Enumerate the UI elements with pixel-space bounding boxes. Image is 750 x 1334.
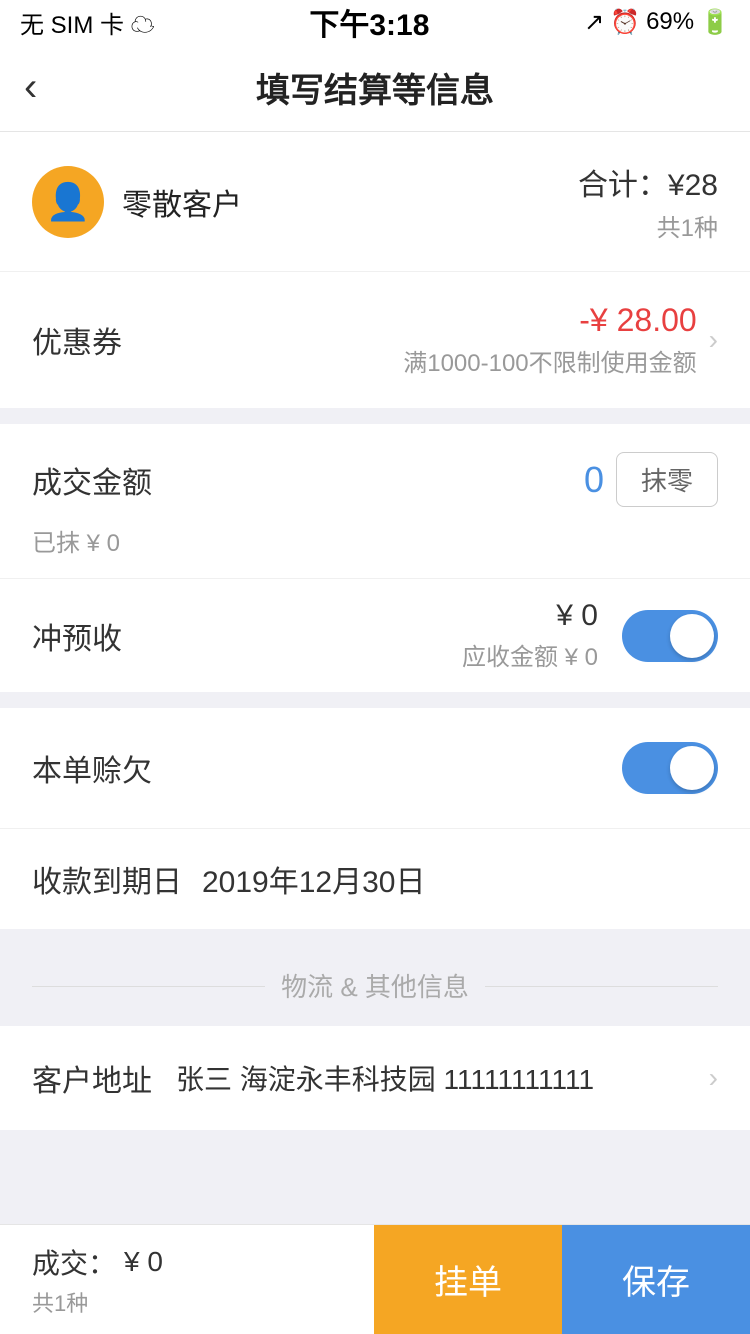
customer-section: 👤 零散客户 合计：¥28 共1种 优惠券 -¥ 28.00 满1000-100… (0, 132, 750, 408)
avatar: 👤 (32, 166, 104, 238)
logistics-header: 物流 & 其他信息 (0, 945, 750, 1026)
address-label: 客户地址 (32, 1056, 152, 1100)
advance-sub: 应收金额 ¥ 0 (462, 637, 598, 672)
footer-trade-row: 成交： ¥ 0 (32, 1242, 342, 1282)
trade-amount-value: 0 (584, 459, 604, 501)
coupon-row[interactable]: 优惠券 -¥ 28.00 满1000-100不限制使用金额 › (0, 271, 750, 408)
footer-count: 共1种 (32, 1286, 342, 1318)
customer-total: 合计：¥28 共1种 (578, 160, 718, 243)
advance-right: ¥ 0 应收金额 ¥ 0 (462, 599, 598, 672)
trade-amount-label: 成交金额 (32, 458, 152, 502)
total-count: 共1种 (578, 208, 718, 243)
trade-amount-right: 0 抹零 (584, 452, 718, 507)
back-button[interactable]: ‹ (24, 65, 37, 110)
coupon-value: -¥ 28.00 (403, 302, 696, 339)
due-date-value: 2019年12月30日 (202, 857, 425, 901)
trade-amount-sub: 已抹 ¥ 0 (0, 523, 750, 578)
save-button[interactable]: 保存 (562, 1225, 750, 1334)
trade-amount-row: 成交金额 0 抹零 (0, 424, 750, 523)
battery-icon: 🔋 (700, 8, 730, 37)
debt-row: 本单赊欠 (0, 708, 750, 828)
footer: 成交： ¥ 0 共1种 挂单 保存 (0, 1224, 750, 1334)
round-zero-button[interactable]: 抹零 (616, 452, 718, 507)
status-left: 无 SIM 卡 ☁ (20, 5, 155, 40)
advance-toggle-knob (670, 614, 714, 658)
coupon-label: 优惠券 (32, 318, 122, 362)
advance-toggle[interactable] (622, 610, 718, 662)
avatar-icon: 👤 (46, 181, 91, 223)
address-row[interactable]: 客户地址 张三 海淀永丰科技园 11111111111 › (0, 1026, 750, 1130)
customer-name: 零散客户 (122, 180, 242, 224)
advance-row: 冲预收 ¥ 0 应收金额 ¥ 0 (0, 578, 750, 692)
address-value: 张三 海淀永丰科技园 11111111111 (176, 1058, 709, 1098)
trade-amount-section: 成交金额 0 抹零 已抹 ¥ 0 冲预收 ¥ 0 应收金额 ¥ 0 (0, 424, 750, 692)
hold-button[interactable]: 挂单 (374, 1225, 562, 1334)
footer-info: 成交： ¥ 0 共1种 (0, 1225, 374, 1334)
debt-label: 本单赊欠 (32, 746, 152, 790)
coupon-value-block: -¥ 28.00 满1000-100不限制使用金额 (403, 302, 696, 378)
address-section: 客户地址 张三 海淀永丰科技园 11111111111 › (0, 1026, 750, 1130)
alarm-icon: ⏰ (610, 8, 640, 37)
debt-section: 本单赊欠 收款到期日 2019年12月30日 (0, 708, 750, 929)
address-chevron-icon: › (709, 1062, 718, 1094)
advance-label: 冲预收 (32, 614, 122, 658)
nav-bar: ‹ 填写结算等信息 (0, 44, 750, 132)
location-icon: ↗ (584, 8, 604, 37)
main-content: 👤 零散客户 合计：¥28 共1种 优惠券 -¥ 28.00 满1000-100… (0, 132, 750, 1266)
due-date-label: 收款到期日 (32, 857, 182, 901)
battery-label: 69% (646, 8, 694, 36)
coupon-right: -¥ 28.00 满1000-100不限制使用金额 › (403, 302, 718, 378)
customer-left: 👤 零散客户 (32, 166, 242, 238)
save-button-label: 保存 (622, 1255, 690, 1304)
total-amount: 合计：¥28 (578, 160, 718, 204)
hold-button-label: 挂单 (434, 1255, 502, 1304)
advance-amount: ¥ 0 (462, 599, 598, 633)
coupon-subtext: 满1000-100不限制使用金额 (403, 343, 696, 378)
footer-trade-value: ¥ 0 (124, 1246, 163, 1278)
due-date-row: 收款到期日 2019年12月30日 (0, 828, 750, 929)
page-title: 填写结算等信息 (256, 63, 494, 112)
status-time: 下午3:18 (309, 0, 429, 44)
debt-toggle[interactable] (622, 742, 718, 794)
logistics-section-label: 物流 & 其他信息 (265, 967, 485, 1004)
debt-toggle-knob (670, 746, 714, 790)
status-right: ↗ ⏰ 69% 🔋 (584, 8, 730, 37)
footer-trade-label: 成交： (32, 1242, 116, 1282)
coupon-chevron-icon: › (709, 324, 718, 356)
customer-row: 👤 零散客户 合计：¥28 共1种 (0, 132, 750, 271)
status-bar: 无 SIM 卡 ☁ 下午3:18 ↗ ⏰ 69% 🔋 (0, 0, 750, 44)
sim-label: 无 SIM 卡 ☁ (20, 5, 155, 40)
